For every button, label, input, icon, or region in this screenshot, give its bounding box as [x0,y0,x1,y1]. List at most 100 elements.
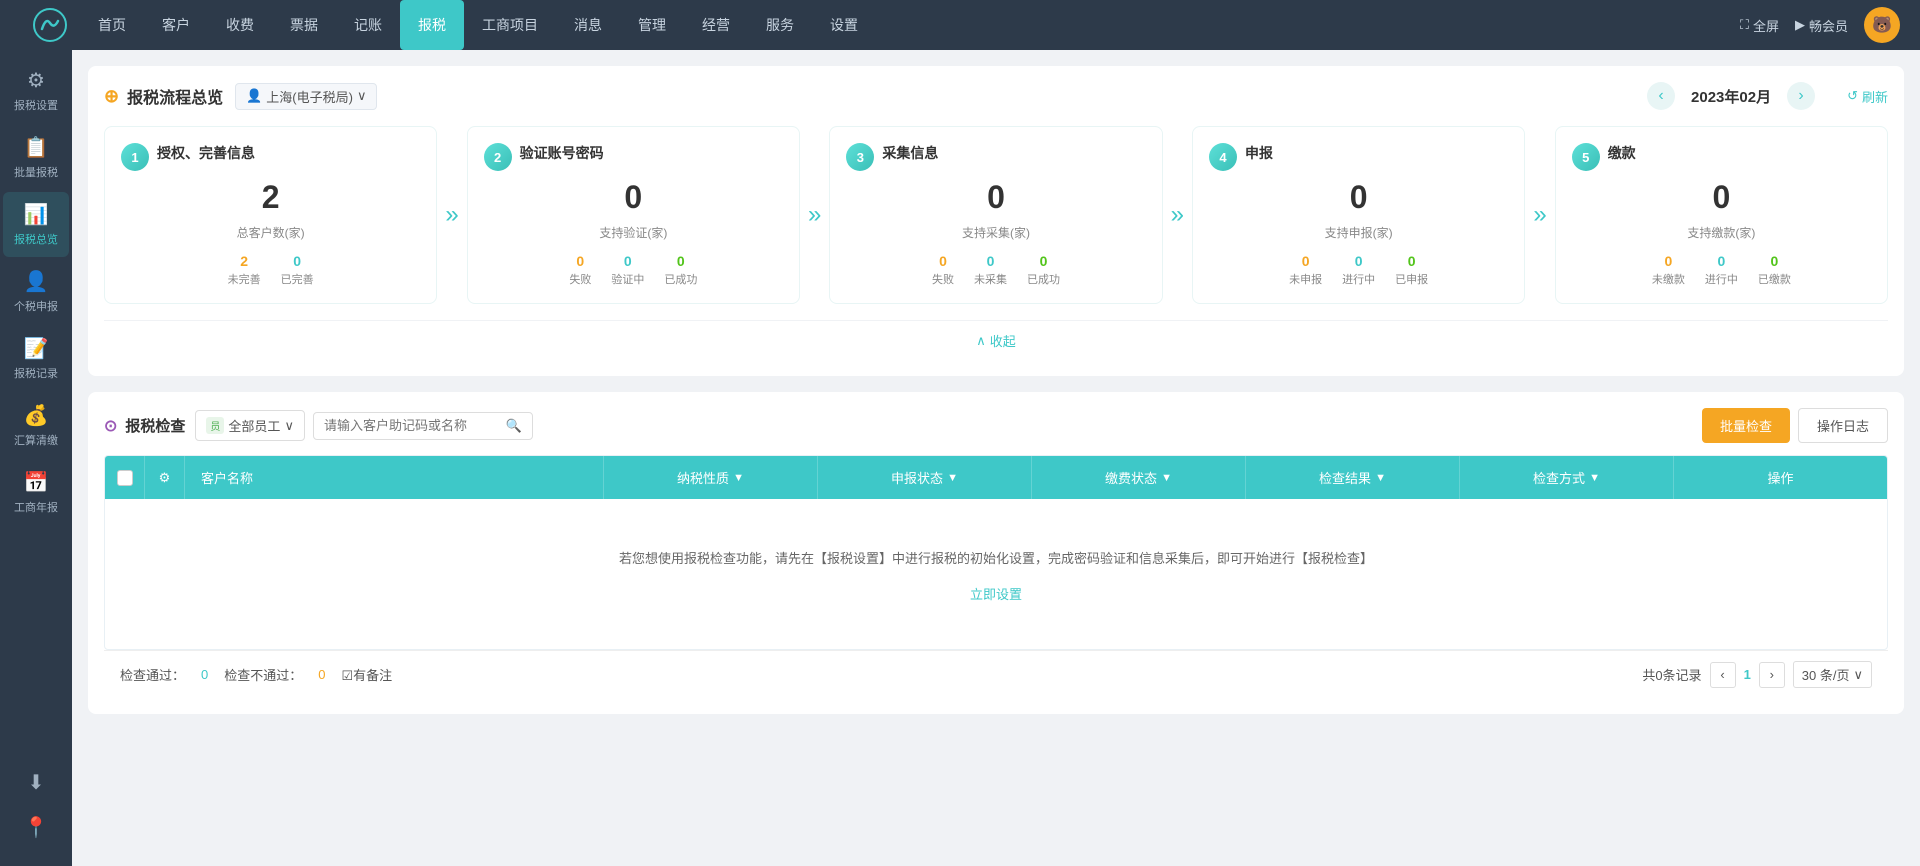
check-method-filter-icon[interactable]: ▼ [1589,472,1600,484]
collapse-button[interactable]: ∧ 收起 [104,321,1888,360]
total-records: 共0条记录 [1642,665,1701,684]
stat-incomplete: 2 未完善 [228,253,261,287]
nav-message[interactable]: 消息 [556,0,620,50]
next-month-button[interactable]: › [1787,82,1815,110]
step2-header: 2 验证账号密码 [484,143,783,171]
step4-stats: 0 未申报 0 进行中 0 已申报 [1209,253,1508,287]
sidebar-item-batch-tax[interactable]: 📋 批量报税 [3,125,69,190]
tax-type-filter-icon[interactable]: ▼ [733,472,744,484]
employee-filter[interactable]: 员 全部员工 ∨ [195,410,305,441]
refresh-button[interactable]: ↺ 刷新 [1847,87,1888,106]
step4-header: 4 申报 [1209,143,1508,171]
location-person-icon: 👤 [246,88,262,104]
stat-collect-fail-val: 0 [939,253,947,269]
empty-message: 若您想使用报税检查功能，请先在【报税设置】中进行报税的初始化设置，完成密码验证和… [619,546,1373,572]
per-page-selector[interactable]: 30 条/页 ∨ [1793,661,1872,688]
flow-step-2: 2 验证账号密码 0 支持验证(家) 0 失败 0 验证中 [467,126,800,304]
stat-verifying-val: 0 [624,253,632,269]
step1-value: 2 [121,179,420,216]
nav-invoice[interactable]: 票据 [272,0,336,50]
stat-complete: 0 已完善 [281,253,314,287]
refresh-icon: ↺ [1847,88,1858,104]
location-selector[interactable]: 👤 上海(电子税局) ∨ [235,83,377,110]
search-input[interactable] [324,418,500,433]
gear-icon[interactable]: ⚙ [159,470,171,486]
nav-service[interactable]: 服务 [748,0,812,50]
pay-status-filter-icon[interactable]: ▼ [1161,472,1172,484]
operation-log-button[interactable]: 操作日志 [1798,408,1888,443]
stat-paying-label: 进行中 [1705,271,1738,287]
nav-settings[interactable]: 设置 [812,0,876,50]
nav-fee[interactable]: 收费 [208,0,272,50]
th-pay-status: 缴费状态 ▼ [1032,456,1246,499]
nav-tax[interactable]: 报税 [400,0,464,50]
stat-unpaid-val: 0 [1664,253,1672,269]
per-page-arrow-icon: ∨ [1853,667,1863,683]
stat-collected-val: 0 [1040,253,1048,269]
stat-success: 0 已成功 [664,253,697,287]
avatar[interactable]: 🐻 [1864,7,1900,43]
vip-label: 畅会员 [1809,16,1848,35]
col-check-method: 检查方式 [1533,468,1585,487]
nav-manage[interactable]: 管理 [620,0,684,50]
sidebar-label-tax-record: 报税记录 [14,365,58,381]
search-icon[interactable]: 🔍 [506,418,522,434]
fullscreen-button[interactable]: ⛶ 全屏 [1740,16,1779,35]
flow-step-3: 3 采集信息 0 支持采集(家) 0 失败 0 未采集 [829,126,1162,304]
sidebar-download[interactable]: ⬇ [3,760,69,805]
stat-verifying: 0 验证中 [611,253,644,287]
tax-settings-icon: ⚙ [27,68,45,93]
tax-record-icon: 📝 [24,336,49,361]
arrow-3-4: » [1163,126,1192,304]
vip-button[interactable]: ▶ 畅会员 [1795,16,1848,35]
nav-accounting[interactable]: 记账 [336,0,400,50]
current-month: 2023年02月 [1691,86,1771,107]
col-declare-status: 申报状态 [891,468,943,487]
current-page: 1 [1744,667,1751,682]
flow-step-4: 4 申报 0 支持申报(家) 0 未申报 0 进行中 [1192,126,1525,304]
setup-link[interactable]: 立即设置 [970,584,1022,603]
step2-stats: 0 失败 0 验证中 0 已成功 [484,253,783,287]
check-result-filter-icon[interactable]: ▼ [1375,472,1386,484]
stat-uncollected: 0 未采集 [974,253,1007,287]
sidebar-item-tax-overview[interactable]: 📊 报税总览 [3,192,69,257]
stat-fail: 0 失败 [569,253,591,287]
th-gear: ⚙ [145,456,185,499]
stat-collected-label: 已成功 [1027,271,1060,287]
prev-page-button[interactable]: ‹ [1710,662,1736,688]
stat-filing: 0 进行中 [1342,253,1375,287]
sidebar-item-annual-report[interactable]: 📅 工商年报 [3,460,69,525]
personal-tax-icon: 👤 [24,269,49,294]
declare-status-filter-icon[interactable]: ▼ [947,472,958,484]
nav-operation[interactable]: 经营 [684,0,748,50]
flow-overview-header: ⊕ 报税流程总览 👤 上海(电子税局) ∨ ‹ 2023年02月 › ↺ 刷新 [104,82,1888,110]
sidebar-location[interactable]: 📍 [3,805,69,850]
sidebar-item-tax-record[interactable]: 📝 报税记录 [3,326,69,391]
step5-stats: 0 未缴款 0 进行中 0 已缴款 [1572,253,1871,287]
batch-tax-icon: 📋 [24,135,49,160]
col-tax-type: 纳税性质 [677,468,729,487]
batch-check-button[interactable]: 批量检查 [1702,408,1790,443]
step5-sub: 支持缴款(家) [1572,224,1871,241]
sidebar-label-tax-settings: 报税设置 [14,97,58,113]
sidebar-item-settlement[interactable]: 💰 汇算清缴 [3,393,69,458]
search-wrap: 🔍 [313,412,533,440]
stat-collect-fail: 0 失败 [932,253,954,287]
select-all-checkbox[interactable] [117,470,133,486]
th-customer-name: 客户名称 [185,456,604,499]
flow-title-plus-icon: ⊕ [104,86,119,107]
stat-collected: 0 已成功 [1027,253,1060,287]
arrow-1-2: » [437,126,466,304]
table-empty-state: 若您想使用报税检查功能，请先在【报税设置】中进行报税的初始化设置，完成密码验证和… [105,499,1887,649]
nav-business[interactable]: 工商项目 [464,0,556,50]
nav-home[interactable]: 首页 [80,0,144,50]
prev-month-button[interactable]: ‹ [1647,82,1675,110]
th-check-method: 检查方式 ▼ [1460,456,1674,499]
sidebar-item-tax-settings[interactable]: ⚙ 报税设置 [3,58,69,123]
sidebar-item-personal-tax[interactable]: 👤 个税申报 [3,259,69,324]
next-page-button[interactable]: › [1759,662,1785,688]
nav-customer[interactable]: 客户 [144,0,208,50]
employee-badge: 员 [206,417,224,434]
step4-number: 4 [1209,143,1237,171]
fullscreen-label: 全屏 [1753,16,1779,35]
